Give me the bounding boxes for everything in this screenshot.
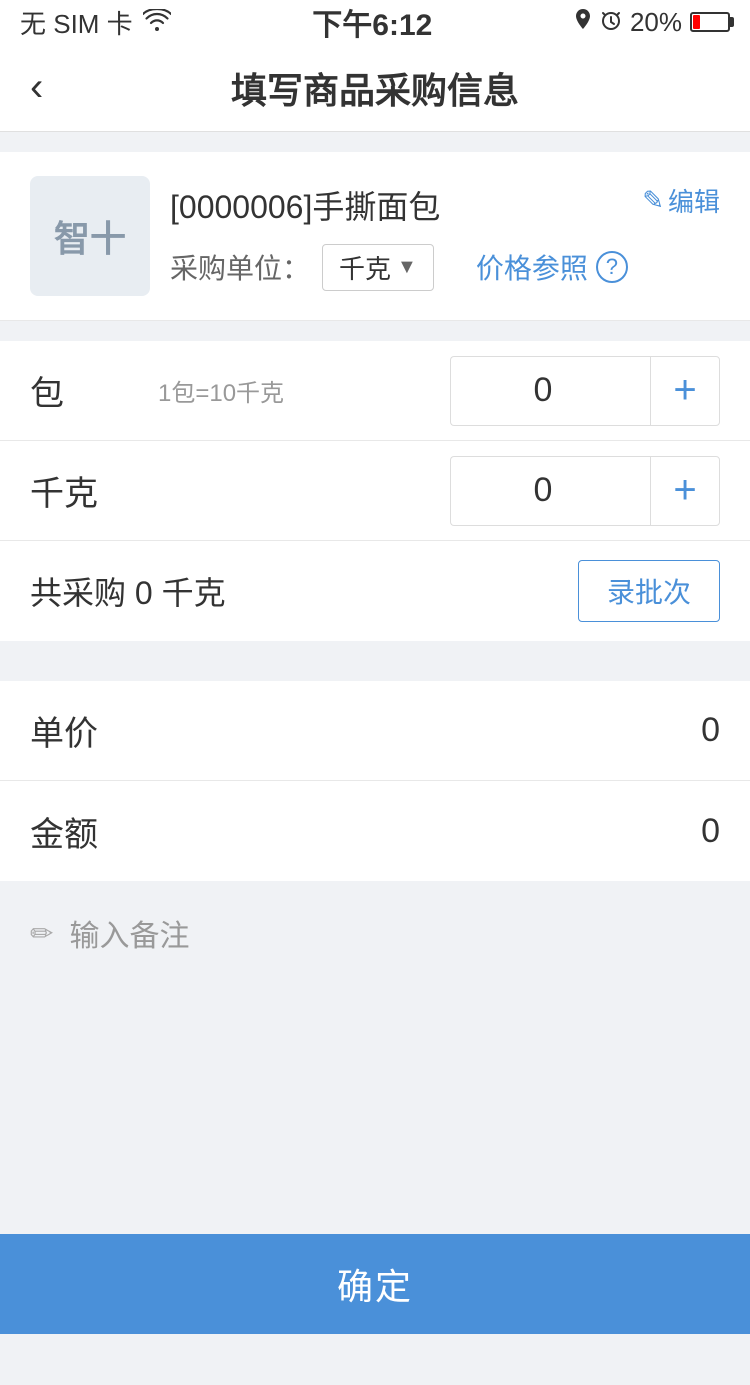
kg-input[interactable] bbox=[450, 456, 650, 526]
price-ref-label: 价格参照 bbox=[476, 247, 588, 287]
product-unit-row: 采购单位： 千克 ▼ 价格参照 ? bbox=[170, 244, 720, 291]
status-left: 无 SIM 卡 bbox=[20, 4, 171, 41]
unit-price-row: 单价 0 bbox=[0, 681, 750, 781]
product-logo: 智十 bbox=[54, 210, 126, 262]
price-ref-help-icon[interactable]: ? bbox=[596, 251, 628, 283]
unit-dropdown-arrow: ▼ bbox=[397, 256, 417, 279]
unit-price-label: 单价 bbox=[30, 706, 98, 755]
summary-row: 共采购 0 千克 录批次 bbox=[0, 541, 750, 641]
unit-select[interactable]: 千克 ▼ bbox=[322, 244, 434, 291]
unit-label: 采购单位： bbox=[170, 247, 310, 287]
edit-label: 编辑 bbox=[668, 182, 720, 219]
amount-value: 0 bbox=[701, 812, 720, 851]
product-info: [0000006]手撕面包 ✎ 编辑 采购单位： 千克 ▼ 价格参照 ? bbox=[170, 182, 720, 291]
product-card: 智十 [0000006]手撕面包 ✎ 编辑 采购单位： 千克 ▼ 价格参照 bbox=[0, 152, 750, 321]
unit-value: 千克 bbox=[339, 249, 391, 286]
bag-plus-button[interactable]: + bbox=[650, 356, 720, 426]
remark-icon: ✏ bbox=[30, 917, 53, 950]
battery-percent: 20% bbox=[630, 7, 682, 38]
kg-plus-button[interactable]: + bbox=[650, 456, 720, 526]
price-ref-button[interactable]: 价格参照 ? bbox=[476, 247, 628, 287]
battery-icon bbox=[690, 12, 730, 32]
bag-input[interactable] bbox=[450, 356, 650, 426]
kg-label: 千克 bbox=[30, 466, 150, 515]
batch-button[interactable]: 录批次 bbox=[578, 560, 720, 622]
back-button[interactable]: ‹ bbox=[30, 65, 43, 110]
summary-text: 共采购 0 千克 bbox=[30, 568, 226, 614]
price-section: 单价 0 金额 0 bbox=[0, 681, 750, 881]
nav-bar: ‹ 填写商品采购信息 bbox=[0, 44, 750, 132]
wifi-icon bbox=[143, 7, 171, 38]
amount-label: 金额 bbox=[30, 807, 98, 856]
bag-sublabel: 1包=10千克 bbox=[158, 373, 284, 408]
page-title: 填写商品采购信息 bbox=[231, 62, 519, 114]
edit-icon: ✎ bbox=[642, 185, 664, 216]
alarm-icon bbox=[600, 7, 622, 38]
section-divider-1 bbox=[0, 321, 750, 341]
edit-button[interactable]: ✎ 编辑 bbox=[642, 182, 720, 219]
status-bar: 无 SIM 卡 下午6:12 bbox=[0, 0, 750, 44]
quantity-section: 包 1包=10千克 + 千克 + 共采购 0 千克 录批次 bbox=[0, 341, 750, 641]
status-right: 20% bbox=[574, 7, 730, 38]
remark-placeholder[interactable]: 输入备注 bbox=[69, 911, 189, 955]
location-icon bbox=[574, 7, 592, 38]
remark-section[interactable]: ✏ 输入备注 bbox=[0, 881, 750, 985]
kg-row: 千克 + bbox=[0, 441, 750, 541]
unit-price-value: 0 bbox=[701, 711, 720, 750]
product-name: [0000006]手撕面包 bbox=[170, 182, 440, 228]
bag-row: 包 1包=10千克 + bbox=[0, 341, 750, 441]
confirm-button[interactable]: 确定 bbox=[0, 1234, 750, 1334]
amount-row: 金额 0 bbox=[0, 781, 750, 881]
sim-label: 无 SIM 卡 bbox=[20, 4, 133, 41]
status-time: 下午6:12 bbox=[312, 0, 432, 44]
bag-input-wrapper: + bbox=[450, 356, 720, 426]
section-divider-2 bbox=[0, 641, 750, 661]
bag-label: 包 bbox=[30, 366, 150, 415]
product-image: 智十 bbox=[30, 176, 150, 296]
kg-input-wrapper: + bbox=[450, 456, 720, 526]
